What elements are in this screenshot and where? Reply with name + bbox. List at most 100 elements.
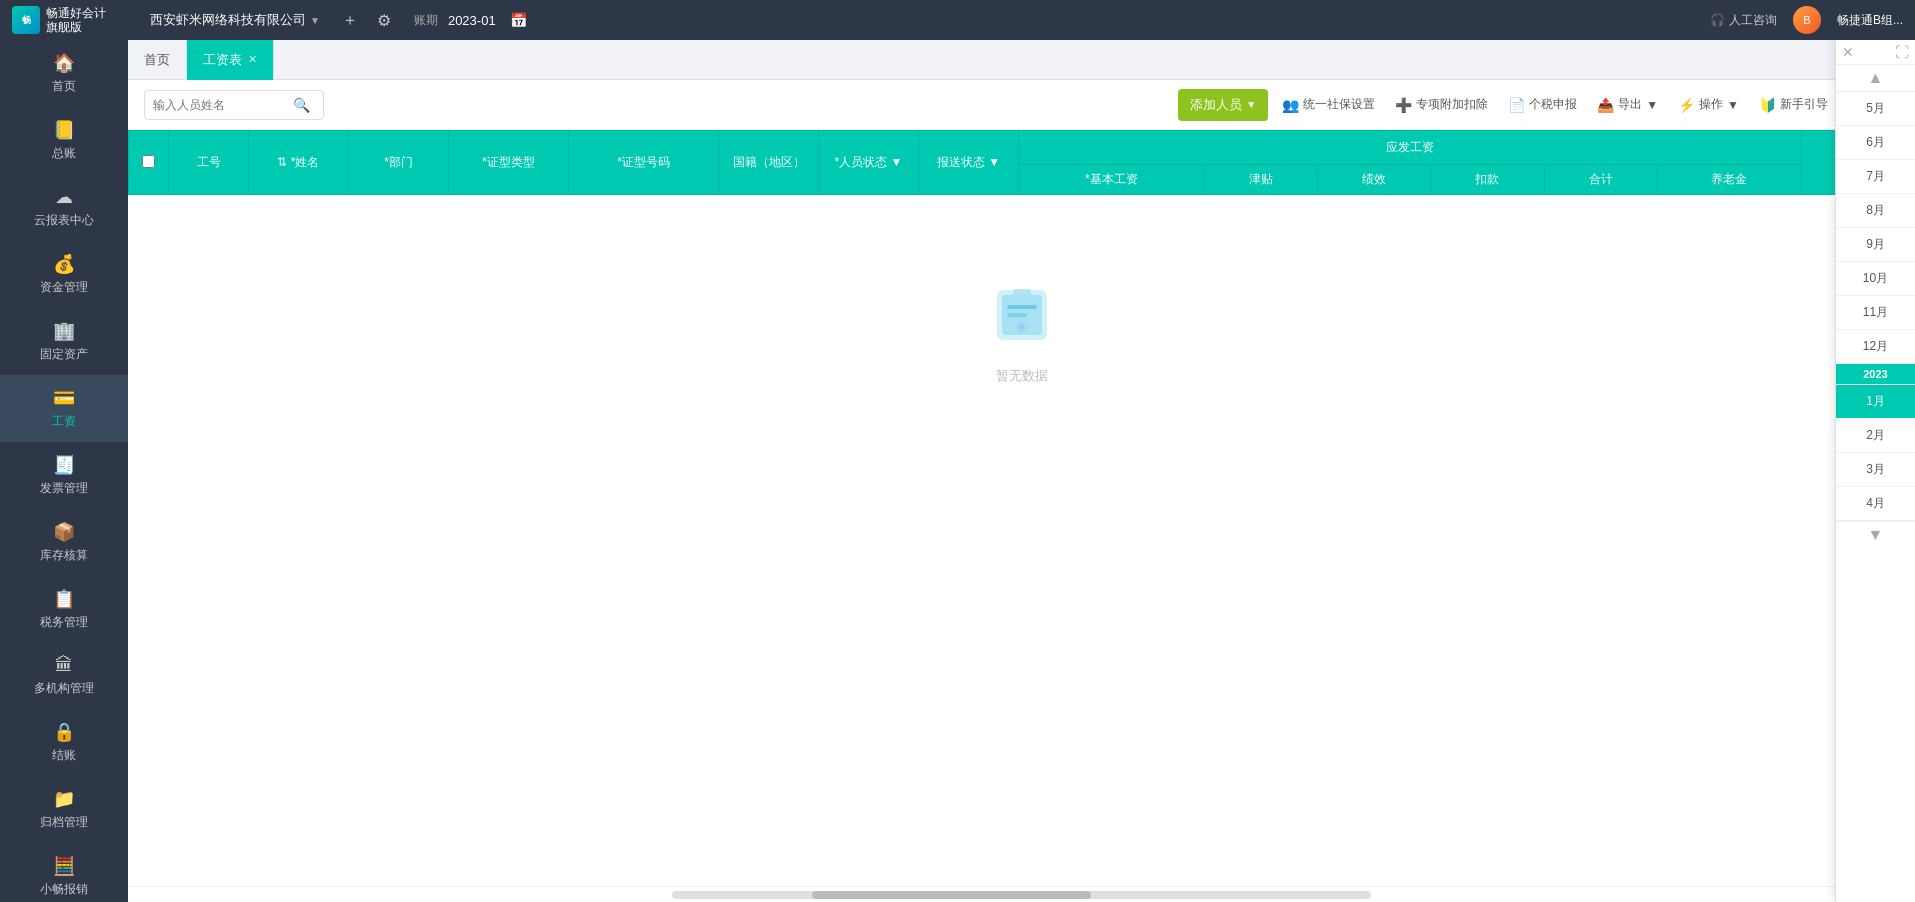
svg-marker-6 [1012,289,1032,295]
multi-icon: 🏛 [55,655,73,676]
month-item-5[interactable]: 5月 [1836,92,1915,126]
month-item-8[interactable]: 8月 [1836,194,1915,228]
sidebar-item-label: 发票管理 [40,480,88,497]
add-chevron-icon: ▼ [1246,99,1256,110]
empty-icon: ? [982,275,1062,355]
export-label: 导出 [1618,96,1642,113]
special-deduct-button[interactable]: ➕ 专项附加扣除 [1389,96,1494,113]
tax-report-label: 个税申报 [1529,96,1577,113]
month-item-6[interactable]: 6月 [1836,126,1915,160]
date-nav-up[interactable]: ▲ [1836,65,1915,92]
social-insurance-button[interactable]: 👥 统一社保设置 [1276,96,1381,113]
add-person-button[interactable]: 添加人员 ▼ [1178,89,1268,121]
sidebar-item-label: 工资 [52,413,76,430]
tax-icon: 📋 [53,588,75,610]
month-item-12[interactable]: 12月 [1836,330,1915,364]
col-cert-type: *证型类型 [449,131,569,195]
tax-report-button[interactable]: 📄 个税申报 [1502,96,1583,113]
sidebar-item-label: 归档管理 [40,814,88,831]
headset-icon: 🎧 [1710,13,1725,27]
month-item-4[interactable]: 4月 [1836,487,1915,521]
col-total: 合计 [1544,165,1657,195]
tab-salary[interactable]: 工资表 ✕ [187,40,274,80]
col-pension: 养老金 [1658,165,1802,195]
horizontal-scrollbar[interactable] [672,891,1371,899]
asset-icon: 🏢 [53,320,75,342]
sidebar-item-ledger[interactable]: 📒 总账 [0,107,128,174]
sidebar-item-tax[interactable]: 📋 税务管理 [0,576,128,643]
search-wrapper: 🔍 [144,90,324,120]
close-period-icon: 🔒 [53,721,75,743]
month-item-7[interactable]: 7月 [1836,160,1915,194]
avatar: B [1793,6,1821,34]
close-date-panel-icon[interactable]: ✕ [1842,44,1854,60]
chevron-up-icon: ▲ [1868,69,1884,87]
sidebar-item-report[interactable]: ☁ 云报表中心 [0,174,128,241]
tab-home-label: 首页 [144,51,170,69]
invoice-icon: 🧾 [53,454,75,476]
export-chevron-icon: ▼ [1646,98,1658,112]
settings-icon[interactable]: ⚙ [372,8,396,32]
col-name: ⇅ *姓名 [249,131,349,195]
guide-button[interactable]: 🔰 新手引导 [1753,96,1834,113]
col-number: 工号 [169,131,249,195]
tax-report-icon: 📄 [1508,97,1525,113]
sidebar-item-invoice[interactable]: 🧾 发票管理 [0,442,128,509]
expand-date-panel-icon[interactable]: ⛶ [1895,44,1909,60]
sidebar-item-inventory[interactable]: 📦 库存核算 [0,509,128,576]
logo-text: 畅通好会计 旗舰版 [46,6,106,35]
month-item-1-active[interactable]: 1月 [1836,385,1915,419]
calendar-icon[interactable]: 📅 [510,12,527,28]
month-item-9[interactable]: 9月 [1836,228,1915,262]
tab-salary-label: 工资表 [203,51,242,69]
sidebar-item-salary[interactable]: 💳 工资 [0,375,128,442]
sidebar-item-expense[interactable]: 🧮 小畅报销 [0,843,128,902]
select-all-checkbox[interactable] [142,155,155,168]
top-header: 畅 畅通好会计 旗舰版 西安虾米网络科技有限公司 ▼ ＋ ⚙ 账期 2023-0… [0,0,1915,40]
sidebar-item-label: 固定资产 [40,346,88,363]
col-person-status[interactable]: *人员状态 ▼ [819,131,919,195]
service-button[interactable]: 🎧 人工咨询 [1710,12,1777,29]
tab-home[interactable]: 首页 [128,40,187,80]
guide-label: 新手引导 [1780,96,1828,113]
year-2023-label: 2023 [1836,364,1915,385]
date-nav-down[interactable]: ▼ [1836,521,1915,548]
col-deduct: 扣款 [1431,165,1544,195]
ledger-icon: 📒 [53,119,75,141]
date-panel-controls: ✕ ⛶ [1836,40,1915,65]
col-checkbox[interactable] [129,131,169,195]
sidebar-item-multi[interactable]: 🏛 多机构管理 [0,643,128,709]
col-report-status[interactable]: 报送状态 ▼ [919,131,1019,195]
chevron-down-nav-icon: ▼ [1868,526,1884,544]
table-container: 工号 ⇅ *姓名 *部门 *证型类型 *证型号码 [128,130,1915,886]
export-button[interactable]: 📤 导出 ▼ [1591,96,1664,113]
tab-bar: 首页 工资表 ✕ [128,40,1915,80]
sidebar-item-label: 多机构管理 [34,680,94,697]
scrollbar-thumb[interactable] [812,891,1092,899]
company-selector[interactable]: 西安虾米网络科技有限公司 ▼ [142,7,328,33]
month-item-3[interactable]: 3月 [1836,453,1915,487]
add-company-button[interactable]: ＋ [338,8,362,32]
sidebar-item-label: 云报表中心 [34,212,94,229]
sidebar-item-archive[interactable]: 📁 归档管理 [0,776,128,843]
month-item-10[interactable]: 10月 [1836,262,1915,296]
svg-rect-3 [1007,313,1027,317]
col-country: 国籍（地区） [719,131,819,195]
col-allowance: 津贴 [1204,165,1317,195]
toolbar: 🔍 添加人员 ▼ 👥 统一社保设置 ➕ 专项附加扣除 📄 个税申报 📤 [128,80,1915,130]
salary-icon: 💳 [53,387,75,409]
sidebar-item-close[interactable]: 🔒 结账 [0,709,128,776]
month-item-2[interactable]: 2月 [1836,419,1915,453]
expense-icon: 🧮 [53,855,75,877]
sidebar-item-home[interactable]: 🏠 首页 [0,40,128,107]
sidebar-item-asset[interactable]: 🏢 固定资产 [0,308,128,375]
tab-close-icon[interactable]: ✕ [248,53,257,66]
month-item-11[interactable]: 11月 [1836,296,1915,330]
operate-button[interactable]: ⚡ 操作 ▼ [1672,96,1745,113]
sidebar-item-fund[interactable]: 💰 资金管理 [0,241,128,308]
sidebar-item-label: 资金管理 [40,279,88,296]
search-input[interactable] [153,98,293,112]
guide-toolbar-icon: 🔰 [1759,97,1776,113]
col-cert-num: *证型号码 [569,131,719,195]
add-person-label: 添加人员 [1190,96,1242,114]
